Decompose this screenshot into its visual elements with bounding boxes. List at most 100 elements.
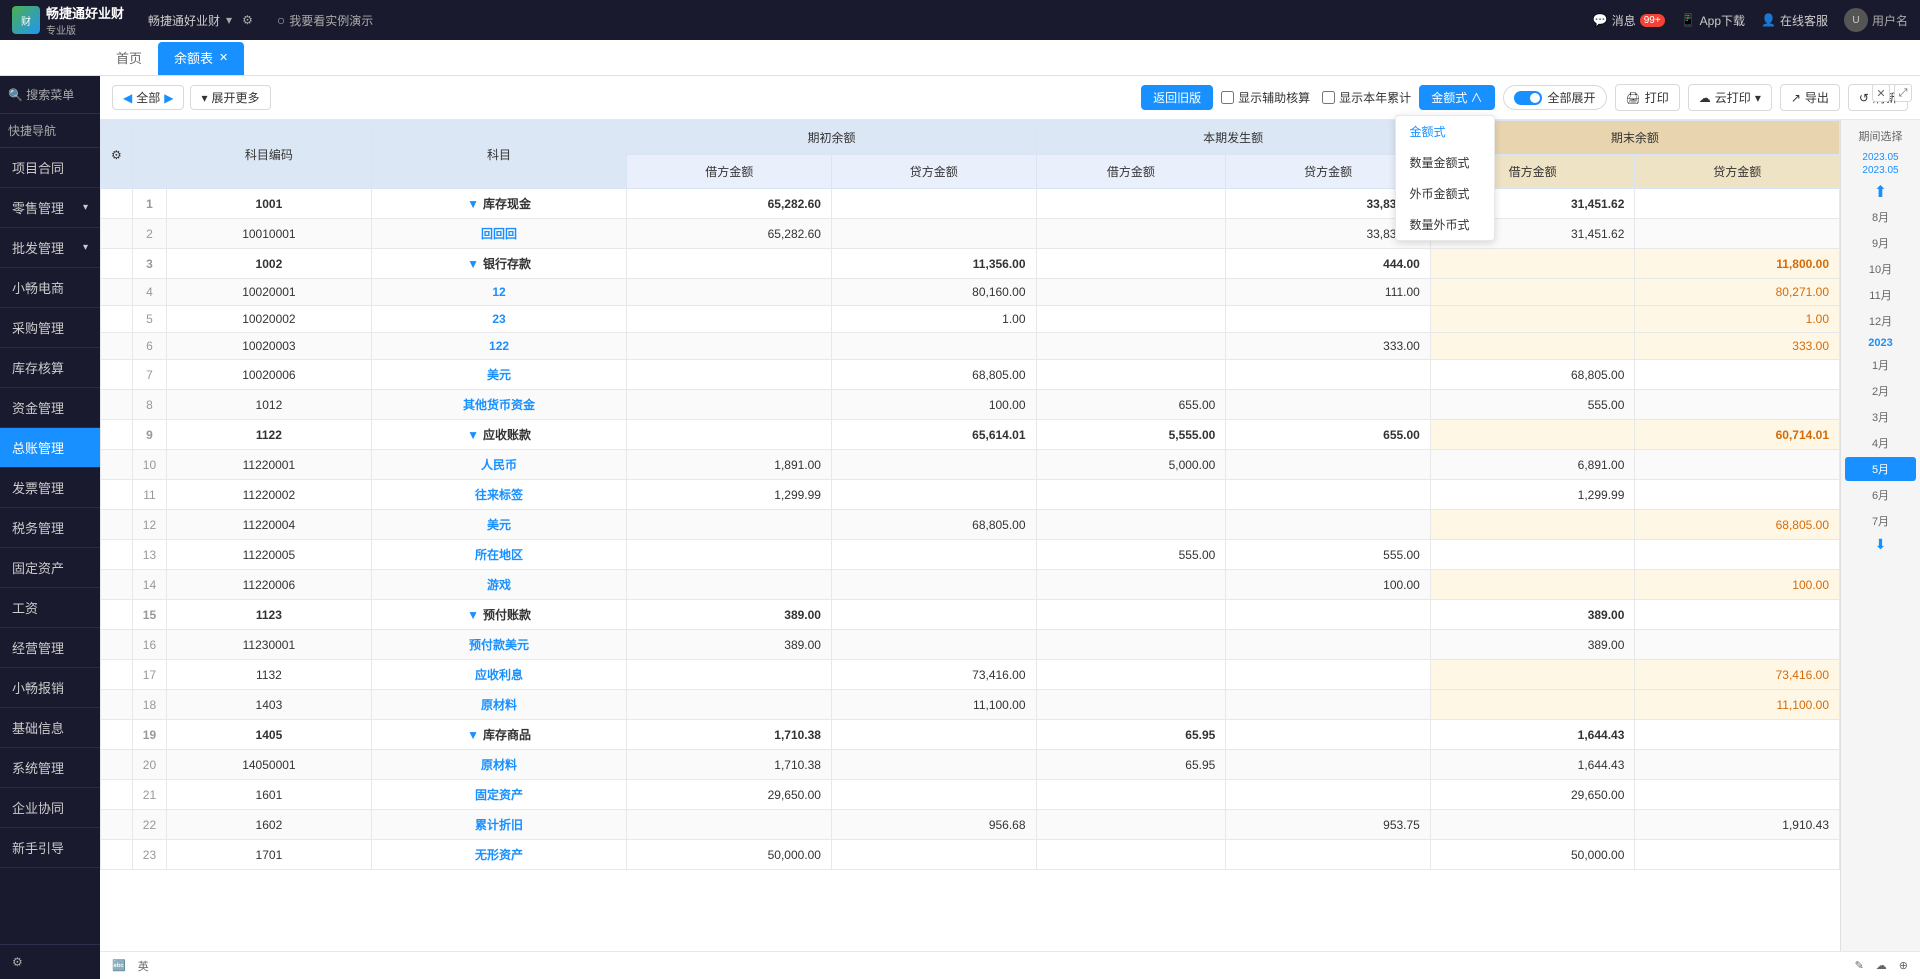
dropdown-item-qty-foreign[interactable]: 数量外币式 xyxy=(1396,209,1494,240)
table-row[interactable]: 6 10020003 122 333.00 333.00 xyxy=(101,333,1840,360)
table-row[interactable]: 22 1602 累计折旧 956.68 953.75 1,910.43 xyxy=(101,810,1840,840)
month-1[interactable]: 1月 xyxy=(1845,353,1916,377)
name-cell[interactable]: 回回回 xyxy=(371,219,627,249)
status-icon-2[interactable]: 英 xyxy=(138,958,149,974)
table-row[interactable]: 17 1132 应收利息 73,416.00 73,416.00 xyxy=(101,660,1840,690)
expand-all-toggle[interactable]: 全部展开 xyxy=(1503,85,1607,110)
sidebar-item-project[interactable]: 项目合同 xyxy=(0,148,100,188)
table-row[interactable]: 13 11220005 所在地区 555.00 555.00 xyxy=(101,540,1840,570)
year-2023[interactable]: 2023 xyxy=(1868,337,1892,349)
close-btn[interactable]: ✕ xyxy=(1872,84,1890,102)
month-4[interactable]: 4月 xyxy=(1845,431,1916,455)
status-icon-4[interactable]: ☁ xyxy=(1876,959,1887,972)
sidebar-settings[interactable]: ⚙ xyxy=(0,944,100,979)
tab-home[interactable]: 首页 xyxy=(100,42,158,75)
user-avatar[interactable]: U 用户名 xyxy=(1844,8,1908,32)
yearly-checkbox[interactable] xyxy=(1322,91,1335,104)
sidebar-item-inventory[interactable]: 库存核算 xyxy=(0,348,100,388)
message-btn[interactable]: 💬 消息 99+ xyxy=(1593,12,1665,29)
table-row[interactable]: 3 1002 ▼银行存款 11,356.00 444.00 11,800.00 xyxy=(101,249,1840,279)
table-row[interactable]: 12 11220004 美元 68,805.00 68,805.00 xyxy=(101,510,1840,540)
status-icon-1[interactable]: 🔤 xyxy=(112,959,126,972)
name-cell[interactable]: 美元 xyxy=(371,510,627,540)
table-row[interactable]: 14 11220006 游戏 100.00 100.00 xyxy=(101,570,1840,600)
table-row[interactable]: 15 1123 ▼预付账款 389.00 389.00 xyxy=(101,600,1840,630)
name-cell[interactable]: 往来标签 xyxy=(371,480,627,510)
month-8[interactable]: 8月 xyxy=(1845,205,1916,229)
sidebar-item-capital[interactable]: 资金管理 xyxy=(0,388,100,428)
dropdown-item-amount[interactable]: 金额式 xyxy=(1396,116,1494,147)
dropdown-item-foreign-amount[interactable]: 外币金额式 xyxy=(1396,178,1494,209)
table-row[interactable]: 18 1403 原材料 11,100.00 11,100.00 xyxy=(101,690,1840,720)
name-cell[interactable]: 所在地区 xyxy=(371,540,627,570)
sidebar-item-assets[interactable]: 固定资产 xyxy=(0,548,100,588)
status-icon-3[interactable]: ✎ xyxy=(1855,959,1864,972)
name-cell[interactable]: 人民币 xyxy=(371,450,627,480)
month-3[interactable]: 3月 xyxy=(1845,405,1916,429)
sidebar-item-ecommerce[interactable]: 小畅电商 xyxy=(0,268,100,308)
code-header[interactable]: 科目编码 xyxy=(167,121,372,189)
table-row[interactable]: 7 10020006 美元 68,805.00 68,805.00 xyxy=(101,360,1840,390)
period-end[interactable]: 2023.05 xyxy=(1862,165,1898,176)
table-row[interactable]: 4 10020001 12 80,160.00 111.00 80,271.00 xyxy=(101,279,1840,306)
expand-up-icon[interactable]: ⬆ xyxy=(1874,182,1887,202)
month-6[interactable]: 6月 xyxy=(1845,483,1916,507)
sidebar-item-retail[interactable]: 零售管理 ▾ xyxy=(0,188,100,228)
sidebar-item-invoice[interactable]: 发票管理 xyxy=(0,468,100,508)
expand-more-btn[interactable]: ▾ 展开更多 xyxy=(190,85,270,110)
sidebar-item-cooperation[interactable]: 企业协同 xyxy=(0,788,100,828)
name-cell[interactable]: 其他货币资金 xyxy=(371,390,627,420)
name-cell[interactable]: 122 xyxy=(371,333,627,360)
sidebar-item-basic[interactable]: 基础信息 xyxy=(0,708,100,748)
name-cell[interactable]: 累计折旧 xyxy=(371,810,627,840)
table-row[interactable]: 11 11220002 往来标签 1,299.99 1,299.99 xyxy=(101,480,1840,510)
name-cell[interactable]: 无形资产 xyxy=(371,840,627,870)
sidebar-item-payroll[interactable]: 工资 xyxy=(0,588,100,628)
sidebar-item-wholesale[interactable]: 批发管理 ▾ xyxy=(0,228,100,268)
show-yearly-check[interactable]: 显示本年累计 xyxy=(1322,89,1411,106)
table-row[interactable]: 23 1701 无形资产 50,000.00 50,000.00 xyxy=(101,840,1840,870)
table-row[interactable]: 8 1012 其他货币资金 100.00 655.00 555.00 xyxy=(101,390,1840,420)
expand-window-btn[interactable]: ⤢ xyxy=(1894,84,1912,102)
table-row[interactable]: 2 10010001 回回回 65,282.60 33,830.98 31,45… xyxy=(101,219,1840,249)
sidebar-quick-nav[interactable]: 快捷导航 xyxy=(0,114,100,148)
name-cell[interactable]: 美元 xyxy=(371,360,627,390)
breadcrumb-all-btn[interactable]: ◀ 全部 ▶ xyxy=(112,85,184,110)
mode-btn[interactable]: 金额式 ∧ xyxy=(1419,85,1494,110)
collapse-down-icon[interactable]: ⬇ xyxy=(1875,536,1887,553)
table-row[interactable]: 10 11220001 人民币 1,891.00 5,000.00 6,891.… xyxy=(101,450,1840,480)
assist-checkbox[interactable] xyxy=(1221,91,1234,104)
chevron-down-icon[interactable]: ▾ xyxy=(226,13,232,27)
month-10[interactable]: 10月 xyxy=(1845,257,1916,281)
table-row[interactable]: 1 1001 ▼库存现金 65,282.60 33,830.98 31,451.… xyxy=(101,189,1840,219)
sidebar-item-report[interactable]: 小畅报销 xyxy=(0,668,100,708)
period-start[interactable]: 2023.05 xyxy=(1862,152,1898,163)
name-cell[interactable]: 应收利息 xyxy=(371,660,627,690)
sidebar-item-operations[interactable]: 经营管理 xyxy=(0,628,100,668)
name-cell[interactable]: 12 xyxy=(371,279,627,306)
month-9[interactable]: 9月 xyxy=(1845,231,1916,255)
online-service-btn[interactable]: 👤 在线客服 xyxy=(1761,12,1828,29)
month-11[interactable]: 11月 xyxy=(1845,283,1916,307)
return-old-btn[interactable]: 返回旧版 xyxy=(1141,85,1213,110)
month-7[interactable]: 7月 xyxy=(1845,509,1916,533)
cloud-print-btn[interactable]: ☁ 云打印 ▾ xyxy=(1688,84,1772,111)
tab-close-icon[interactable]: ✕ xyxy=(219,51,228,64)
table-row[interactable]: 19 1405 ▼库存商品 1,710.38 65.95 1,644.43 xyxy=(101,720,1840,750)
table-row[interactable]: 20 14050001 原材料 1,710.38 65.95 1,644.43 xyxy=(101,750,1840,780)
table-row[interactable]: 21 1601 固定资产 29,650.00 29,650.00 xyxy=(101,780,1840,810)
demo-label[interactable]: 我要看实例演示 xyxy=(289,12,373,29)
month-5[interactable]: 5月 xyxy=(1845,457,1916,481)
settings-col-header[interactable]: ⚙ xyxy=(101,121,133,189)
month-2[interactable]: 2月 xyxy=(1845,379,1916,403)
right-arrow-icon[interactable]: ▶ xyxy=(164,91,173,105)
show-assist-check[interactable]: 显示辅助核算 xyxy=(1221,89,1310,106)
sidebar-item-guide[interactable]: 新手引导 xyxy=(0,828,100,868)
export-btn[interactable]: ↗ 导出 xyxy=(1780,84,1840,111)
sidebar-search[interactable]: 🔍 搜索菜单 xyxy=(0,76,100,114)
sidebar-item-purchase[interactable]: 采购管理 xyxy=(0,308,100,348)
table-row[interactable]: 5 10020002 23 1.00 1.00 xyxy=(101,306,1840,333)
name-cell[interactable]: 原材料 xyxy=(371,750,627,780)
sidebar-item-tax[interactable]: 税务管理 xyxy=(0,508,100,548)
name-cell[interactable]: 游戏 xyxy=(371,570,627,600)
